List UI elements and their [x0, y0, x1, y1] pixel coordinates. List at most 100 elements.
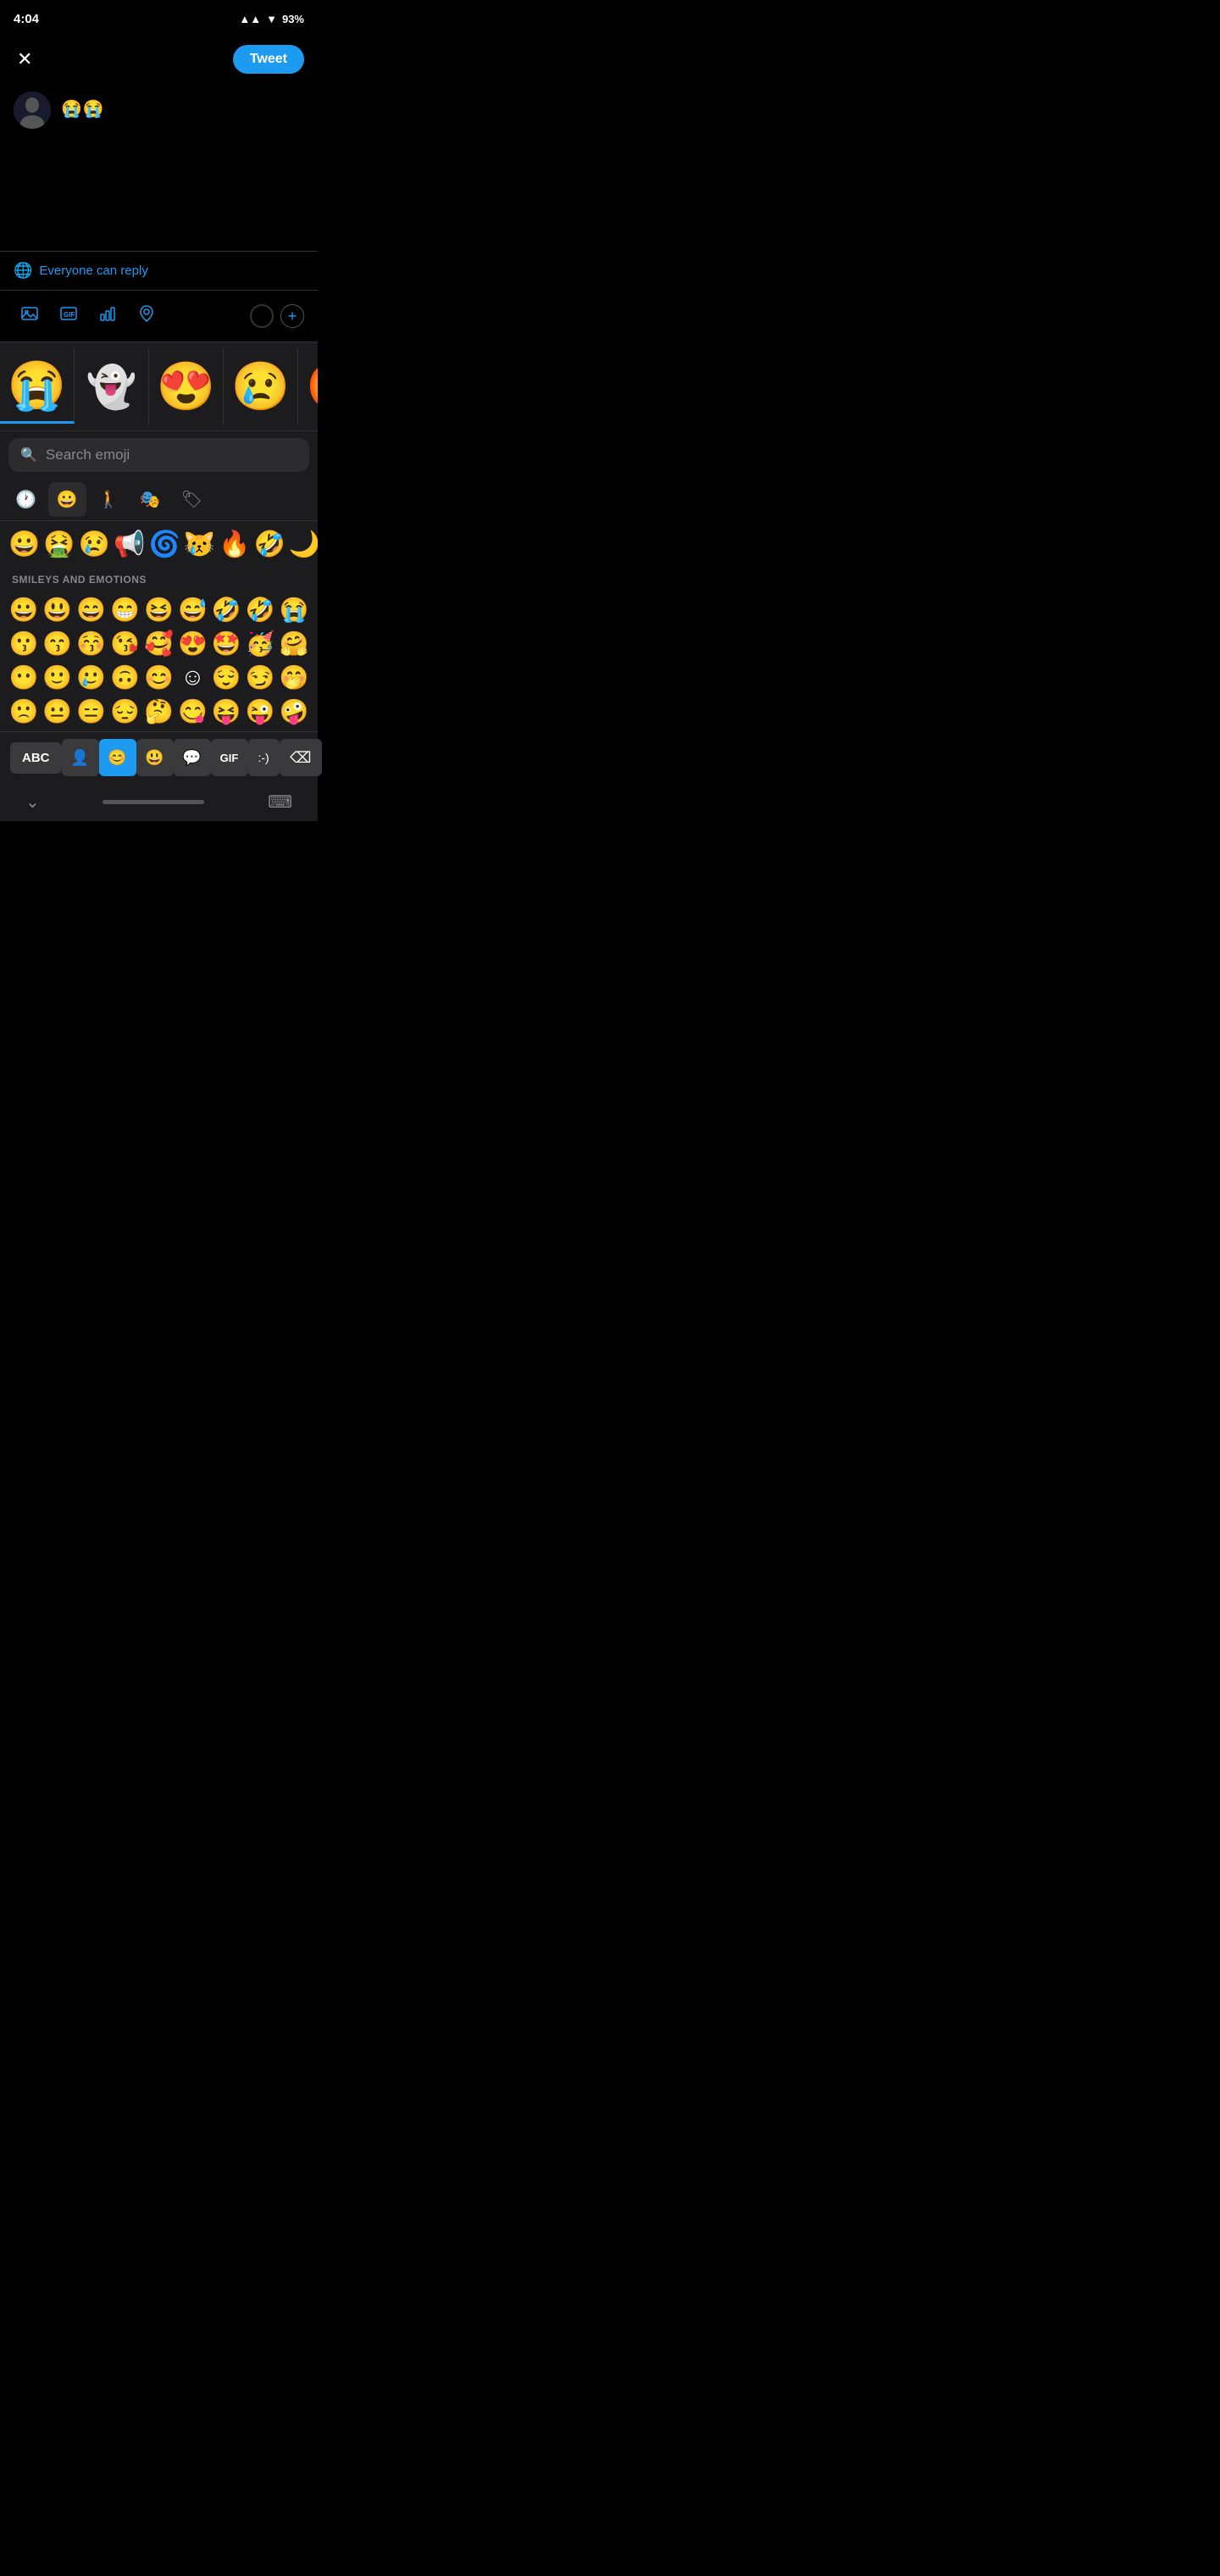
sticker-key[interactable]: 👤 [62, 739, 99, 776]
featured-emojis-row: 😭 👻 😍 😢 😡 [0, 342, 318, 431]
featured-emoji-ghost[interactable]: 👻 [75, 349, 149, 424]
emoji-no-mouth[interactable]: 😶 [7, 660, 41, 694]
emoji-shushing[interactable]: 🤭 [277, 660, 311, 694]
home-bar: ⌄ ⌨ [0, 783, 318, 821]
emoji-upside-down[interactable]: 🙃 [108, 660, 142, 694]
compose-area: 😭😭 [0, 81, 318, 251]
tab-recent[interactable]: 🕐 [7, 482, 45, 517]
smileys-section-label: SMILEYS AND EMOTIONS [0, 567, 318, 589]
emoji-kissing[interactable]: 😗 [7, 626, 41, 660]
emoji-sweat-smile[interactable]: 😅 [175, 592, 209, 626]
emoji-relaxed[interactable]: ☺ [175, 660, 209, 694]
recent-emoji-row: 😀 🤮 😢 📢 🌀 😿 🔥 🤣 🌙 [0, 521, 318, 567]
emoji-holding-back-tears[interactable]: 🥲 [75, 660, 108, 694]
emoji-smirk[interactable]: 😏 [243, 660, 277, 694]
emoji-smiling-hearts[interactable]: 🥰 [142, 626, 176, 660]
home-indicator [103, 800, 204, 804]
featured-emoji-angry[interactable]: 😡 [298, 349, 318, 424]
recent-emoji-2[interactable]: 🤮 [43, 528, 75, 560]
add-content-button[interactable]: + [280, 304, 304, 328]
reply-label: Everyone can reply [39, 264, 147, 278]
emoji-slightly-frowning[interactable]: 🙁 [7, 694, 41, 728]
emoji-yum[interactable]: 😋 [175, 694, 209, 728]
emoji-thinking[interactable]: 🤔 [142, 694, 176, 728]
emoticon-key[interactable]: :-) [248, 739, 280, 776]
status-time: 4:04 [14, 12, 39, 26]
emoji-kissing-heart[interactable]: 😘 [108, 626, 142, 660]
recent-emoji-4[interactable]: 📢 [114, 528, 145, 560]
recent-emoji-1[interactable]: 😀 [8, 528, 40, 560]
emoji-laughing[interactable]: 😆 [142, 592, 176, 626]
tweet-button[interactable]: Tweet [233, 45, 304, 74]
emoji-star-struck[interactable]: 🤩 [209, 626, 243, 660]
abc-key[interactable]: ABC [10, 742, 62, 774]
emoji-blush[interactable]: 😊 [142, 660, 176, 694]
emoji-panel: 😭 👻 😍 😢 😡 🔍 🕐 😀 🚶 🎭 🏷 😀 🤮 😢 📢 🌀 😿 🔥 🤣 🌙 … [0, 342, 318, 821]
emoji-winking-tongue[interactable]: 😜 [243, 694, 277, 728]
emoji-slightly-smiling[interactable]: 🙂 [41, 660, 75, 694]
emoji-kissing-closed[interactable]: 😚 [75, 626, 108, 660]
emoji-stuck-out-tongue[interactable]: 😝 [209, 694, 243, 728]
tab-smileys[interactable]: 😀 [48, 482, 86, 517]
svg-text:GIF: GIF [64, 311, 75, 319]
avatar-image [14, 92, 51, 129]
emoji-grin[interactable]: 😁 [108, 592, 142, 626]
recent-emoji-8[interactable]: 🤣 [254, 528, 286, 560]
emoji-hugs[interactable]: 🤗 [277, 626, 311, 660]
wifi-icon: ▼ [266, 13, 277, 25]
image-button[interactable] [14, 297, 46, 335]
emoji-kissing-smiling[interactable]: 😙 [41, 626, 75, 660]
search-icon: 🔍 [20, 447, 37, 464]
tab-objects[interactable]: 🏷 [173, 482, 211, 517]
emoji-smiley[interactable]: 😃 [41, 592, 75, 626]
top-bar: ✕ Tweet [0, 37, 318, 81]
poll-button[interactable] [92, 297, 124, 335]
keyboard-settings-button[interactable]: ⌨ [268, 791, 292, 813]
close-button[interactable]: ✕ [14, 45, 36, 74]
emoji-grinning[interactable]: 😀 [7, 592, 41, 626]
avatar [14, 92, 51, 129]
backspace-key[interactable]: ⌫ [280, 739, 322, 776]
featured-emoji-crying[interactable]: 😭 [0, 349, 75, 424]
battery-text: 93% [282, 13, 304, 25]
recent-emoji-6[interactable]: 😿 [184, 528, 215, 560]
emoji-key[interactable]: 😊 [99, 739, 136, 776]
emoji-smile[interactable]: 😄 [75, 592, 108, 626]
globe-icon: 🌐 [14, 262, 32, 280]
emoji-zany[interactable]: 🤪 [277, 694, 311, 728]
recent-emoji-5[interactable]: 🌀 [148, 528, 180, 560]
featured-emoji-crying2[interactable]: 😢 [224, 349, 298, 424]
compose-toolbar: GIF + [0, 291, 318, 342]
tab-people[interactable]: 🚶 [90, 482, 128, 517]
emoji-sob[interactable]: 😭 [277, 592, 311, 626]
gif-button[interactable]: GIF [53, 297, 85, 335]
recent-emoji-7[interactable]: 🔥 [219, 528, 250, 560]
tweet-text[interactable]: 😭😭 [61, 92, 304, 241]
emoji-partying[interactable]: 🥳 [243, 626, 277, 660]
sticker2-key[interactable]: 😃 [136, 739, 174, 776]
status-icons: ▲▲ ▼ 93% [239, 13, 304, 25]
char-counter [250, 304, 274, 328]
reply-setting[interactable]: 🌐 Everyone can reply [0, 251, 318, 291]
emoji-rofl2[interactable]: 🤣 [243, 592, 277, 626]
hide-keyboard-button[interactable]: ⌄ [25, 791, 40, 813]
signal-icon: ▲▲ [239, 13, 261, 25]
emoji-pensive[interactable]: 😔 [108, 694, 142, 728]
tab-activities[interactable]: 🎭 [131, 482, 169, 517]
emoji-relieved[interactable]: 😌 [209, 660, 243, 694]
featured-emoji-heart-eyes[interactable]: 😍 [149, 349, 224, 424]
recent-emoji-3[interactable]: 😢 [79, 528, 110, 560]
emoji-neutral[interactable]: 😐 [41, 694, 75, 728]
emoji-search-bar: 🔍 [8, 438, 309, 472]
recent-emoji-9[interactable]: 🌙 [289, 528, 318, 560]
emoji-grid: 😀 😃 😄 😁 😆 😅 🤣 🤣 😭 😗 😙 😚 😘 🥰 😍 🤩 🥳 🤗 😶 🙂 … [0, 589, 318, 731]
emoji-search-input[interactable] [46, 447, 297, 464]
emoji-heart-eyes[interactable]: 😍 [175, 626, 209, 660]
memoji-key[interactable]: 💬 [174, 739, 211, 776]
location-button[interactable] [130, 297, 163, 335]
gif-key[interactable]: GIF [211, 739, 248, 776]
status-bar: 4:04 ▲▲ ▼ 93% [0, 0, 318, 37]
emoji-category-tabs: 🕐 😀 🚶 🎭 🏷 [0, 479, 318, 521]
emoji-expressionless[interactable]: 😑 [75, 694, 108, 728]
emoji-rofl[interactable]: 🤣 [209, 592, 243, 626]
